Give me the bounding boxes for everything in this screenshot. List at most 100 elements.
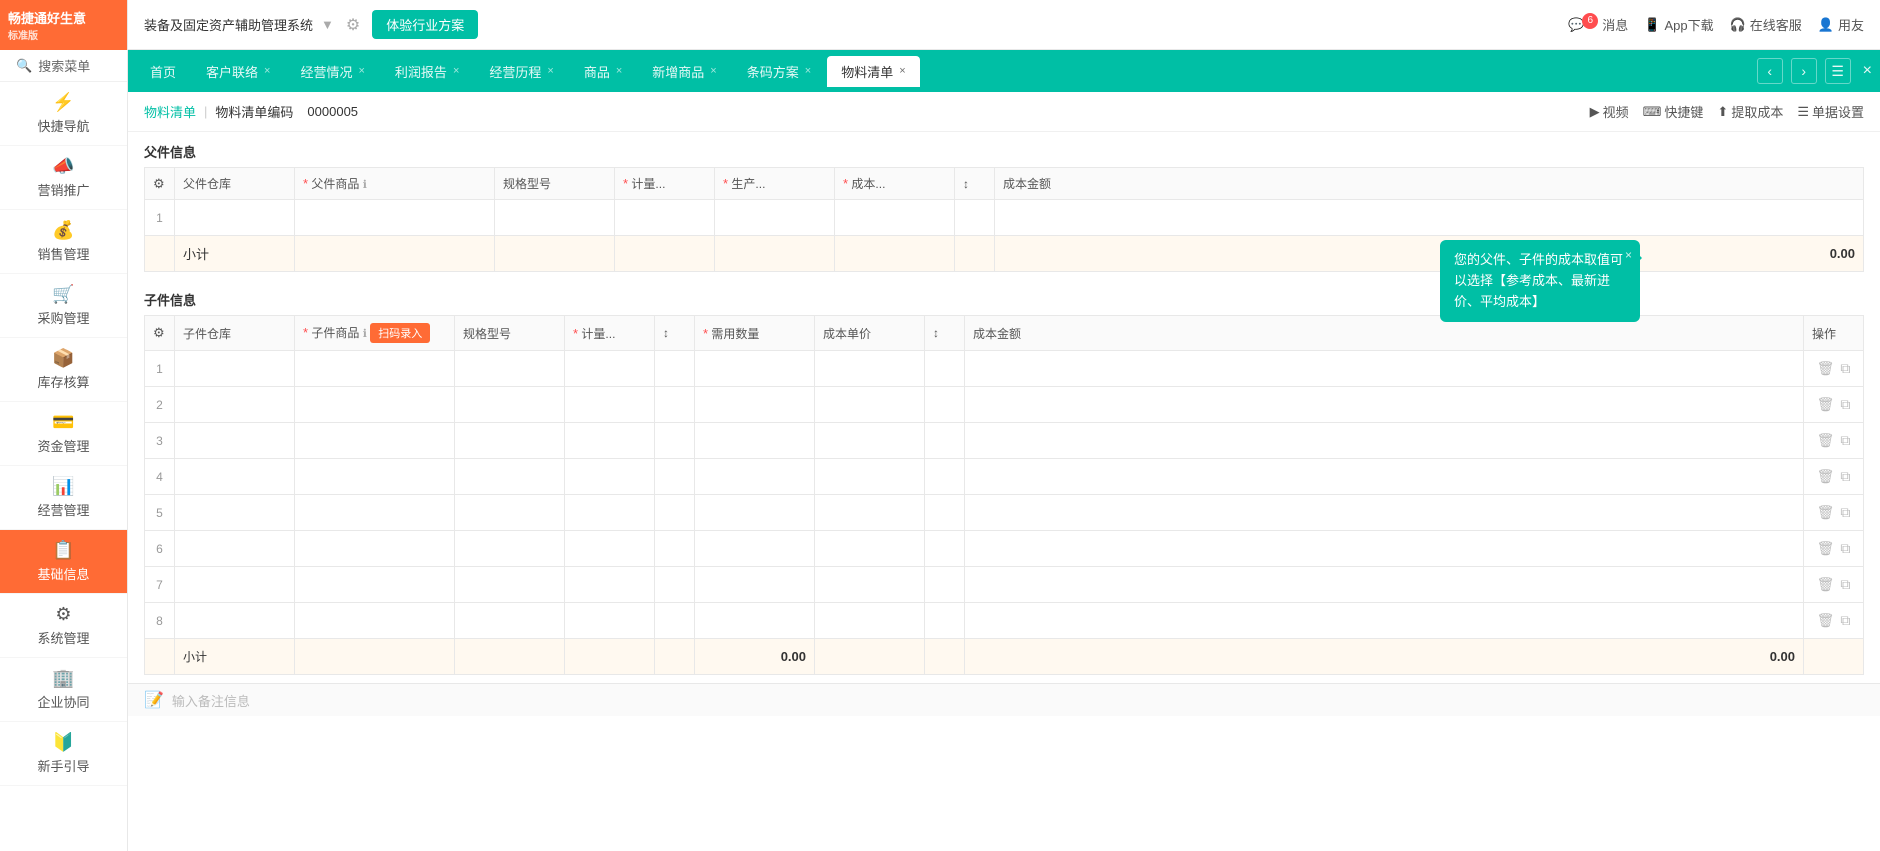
child-spec-cell[interactable] [455,531,565,567]
delete-icon[interactable]: 🗑 [1817,360,1835,377]
child-unit-cost-cell[interactable] [815,603,925,639]
child-qty-cell[interactable] [695,567,815,603]
child-qty-cell[interactable] [695,495,815,531]
copy-icon[interactable]: ⧉ [1840,576,1850,593]
copy-icon[interactable]: ⧉ [1840,468,1850,485]
copy-icon[interactable]: ⧉ [1840,396,1850,413]
tab-home[interactable]: 首页 [136,56,190,87]
child-amount-cell[interactable] [965,531,1804,567]
child-unit-cost-cell[interactable] [815,495,925,531]
child-goods-cell[interactable] [295,495,455,531]
scan-btn[interactable]: 扫码录入 [370,323,430,343]
sidebar-item-enterprise[interactable]: 🏢 企业协同 [0,658,127,722]
child-amount-cell[interactable] [965,387,1804,423]
child-spec-cell[interactable] [455,423,565,459]
copy-icon[interactable]: ⧉ [1840,540,1850,557]
copy-icon[interactable]: ⧉ [1840,612,1850,629]
child-spec-cell[interactable] [455,351,565,387]
parent-amount-cell[interactable] [995,200,1864,236]
child-warehouse-cell[interactable] [175,531,295,567]
child-col-settings[interactable]: ⚙ [145,316,175,351]
tooltip-close-btn[interactable]: × [1625,246,1632,265]
child-unit-cell[interactable] [565,351,655,387]
sidebar-item-guide[interactable]: 🔰 新手引导 [0,722,127,786]
child-unit-cell[interactable] [565,423,655,459]
user-btn[interactable]: 👤 用友 [1818,15,1864,34]
tab-operations-close[interactable]: × [358,65,364,77]
child-amount-cell[interactable] [965,459,1804,495]
child-qty-cell[interactable] [695,603,815,639]
view-btn[interactable]: ▶ 视频 [1590,102,1629,121]
child-unit-cost-cell[interactable] [815,423,925,459]
message-btn[interactable]: 💬 6 消息 [1568,15,1628,34]
parent-spec-cell[interactable] [495,200,615,236]
parent-warehouse-cell[interactable] [175,200,295,236]
tab-history-close[interactable]: × [547,65,553,77]
child-qty-cell[interactable] [695,459,815,495]
close-page-btn[interactable]: × [1863,62,1872,80]
parent-production-cell[interactable] [715,200,835,236]
app-download-btn[interactable]: 📱 App下载 [1644,15,1713,34]
sidebar-item-system[interactable]: ⚙ 系统管理 [0,594,127,658]
copy-icon[interactable]: ⧉ [1840,360,1850,377]
child-unit-cell[interactable] [565,603,655,639]
shortcut-btn[interactable]: ⌨ 快捷键 [1643,102,1704,121]
child-amount-cell[interactable] [965,495,1804,531]
child-qty-cell[interactable] [695,423,815,459]
child-goods-cell[interactable] [295,531,455,567]
tab-customer[interactable]: 客户联络 × [192,56,284,87]
tab-new-goods[interactable]: 新增商品 × [638,56,730,87]
delete-icon[interactable]: 🗑 [1817,576,1835,593]
tab-customer-close[interactable]: × [264,65,270,77]
extract-cost-btn[interactable]: ⬆ 提取成本 [1717,102,1783,121]
child-spec-cell[interactable] [455,603,565,639]
child-warehouse-cell[interactable] [175,351,295,387]
sidebar-item-quick-nav[interactable]: ⚡ 快捷导航 [0,82,127,146]
child-warehouse-cell[interactable] [175,603,295,639]
tab-barcode-close[interactable]: × [805,65,811,77]
child-qty-cell[interactable] [695,351,815,387]
note-placeholder[interactable]: 输入备注信息 [172,691,250,710]
child-goods-cell[interactable] [295,567,455,603]
child-amount-cell[interactable] [965,603,1804,639]
child-warehouse-cell[interactable] [175,387,295,423]
experience-btn[interactable]: 体验行业方案 [372,10,478,39]
child-qty-cell[interactable] [695,387,815,423]
tab-profit-close[interactable]: × [453,65,459,77]
sidebar-item-operations[interactable]: 📊 经营管理 [0,466,127,530]
parent-col-sort[interactable]: ↕ [955,168,995,200]
child-unit-cell[interactable] [565,459,655,495]
sidebar-item-marketing[interactable]: 📣 营销推广 [0,146,127,210]
sidebar-item-inventory[interactable]: 📦 库存核算 [0,338,127,402]
sidebar-item-sales[interactable]: 💰 销售管理 [0,210,127,274]
child-col-sort2[interactable]: ↕ [925,316,965,351]
search-menu[interactable]: 🔍 搜索菜单 [0,50,127,82]
child-qty-cell[interactable] [695,531,815,567]
sidebar-item-basic-info[interactable]: 📋 基础信息 [0,530,127,594]
parent-unit-cell[interactable] [615,200,715,236]
child-goods-cell[interactable] [295,423,455,459]
child-unit-cost-cell[interactable] [815,351,925,387]
breadcrumb-parent[interactable]: 物料清单 [144,102,196,121]
settings-icon[interactable]: ⚙ [346,15,360,35]
tab-bom[interactable]: 物料清单 × [827,56,919,87]
tab-profit[interactable]: 利润报告 × [381,56,473,87]
nav-prev-btn[interactable]: ‹ [1757,58,1783,84]
delete-icon[interactable]: 🗑 [1817,468,1835,485]
copy-icon[interactable]: ⧉ [1840,504,1850,521]
sidebar-item-finance[interactable]: 💳 资金管理 [0,402,127,466]
delete-icon[interactable]: 🗑 [1817,396,1835,413]
tab-goods-close[interactable]: × [616,65,622,77]
child-goods-cell[interactable] [295,459,455,495]
child-warehouse-cell[interactable] [175,567,295,603]
parent-goods-cell[interactable] [295,200,495,236]
child-amount-cell[interactable] [965,567,1804,603]
child-warehouse-cell[interactable] [175,495,295,531]
child-goods-cell[interactable] [295,351,455,387]
tab-bom-close[interactable]: × [899,65,905,77]
sidebar-item-purchase[interactable]: 🛒 采购管理 [0,274,127,338]
child-unit-cell[interactable] [565,495,655,531]
child-col-sort[interactable]: ↕ [655,316,695,351]
child-warehouse-cell[interactable] [175,459,295,495]
delete-icon[interactable]: 🗑 [1817,540,1835,557]
